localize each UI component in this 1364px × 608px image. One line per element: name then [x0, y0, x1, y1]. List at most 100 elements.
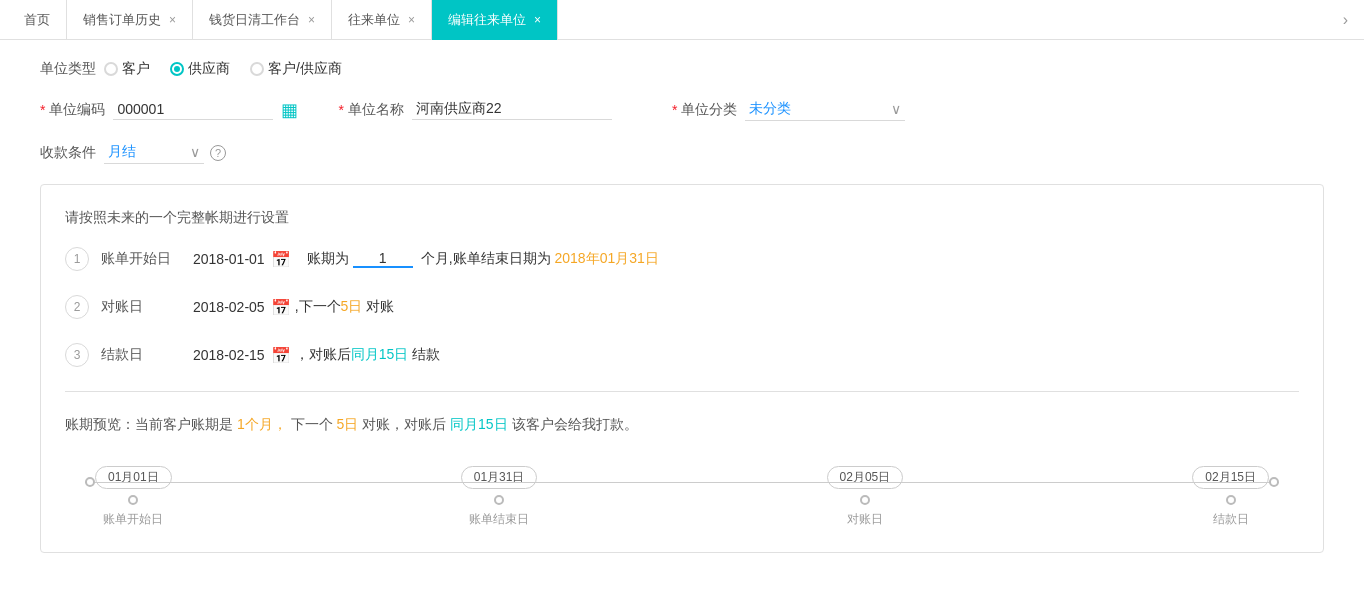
tl-label-1: 账单开始日 — [103, 511, 163, 528]
setting-desc-2a: ,下一个 — [295, 298, 341, 316]
preview-section: 账期预览：当前客户账期是 1个月， 下一个 5日 对账，对账后 同月15日 该客… — [65, 400, 1299, 536]
unit-type-radio-group: 客户 供应商 客户/供应商 — [104, 60, 342, 78]
settings-card: 请按照未来的一个完整帐期进行设置 1 账单开始日 2018-01-01 📅 账期… — [40, 184, 1324, 553]
tab-close-sales-history[interactable]: × — [169, 13, 176, 27]
setting-date-3: 2018-02-15 — [193, 347, 265, 363]
setting-label-2: 对账日 — [101, 298, 181, 316]
unit-category-value: 未分类 — [749, 100, 887, 118]
unit-name-star: * — [338, 102, 343, 118]
tab-close-partner[interactable]: × — [408, 13, 415, 27]
tab-bar: 首页 销售订单历史 × 钱货日清工作台 × 往来单位 × 编辑往来单位 × › — [0, 0, 1364, 40]
tl-dot-3 — [860, 495, 870, 505]
setting-desc-2b: 对账 — [366, 298, 394, 316]
tab-edit-partner[interactable]: 编辑往来单位 × — [432, 0, 558, 40]
timeline-node-3: 02月05日 对账日 — [827, 466, 904, 528]
payment-day-highlight: 同月15日 — [351, 346, 409, 364]
timeline-nodes: 01月01日 账单开始日 01月31日 账单结束日 02月05日 对账 — [85, 466, 1279, 528]
radio-customer-circle — [104, 62, 118, 76]
setting-date-1: 2018-01-01 — [193, 251, 265, 267]
cal-icon-3[interactable]: 📅 — [271, 346, 291, 365]
preview-prefix: 账期预览：当前客户账期是 — [65, 416, 233, 432]
setting-row-3: 3 结款日 2018-02-15 📅 ，对账后 同月15日 结款 — [65, 343, 1299, 367]
preview-highlight3: 同月15日 — [450, 416, 508, 432]
setting-num-1: 1 — [65, 247, 89, 271]
tl-dot-4 — [1226, 495, 1236, 505]
tab-close-edit-partner[interactable]: × — [534, 13, 541, 27]
unit-type-row: 单位类型 客户 供应商 客户/供应商 — [40, 60, 1324, 78]
preview-middle1: 下一个 — [291, 416, 333, 432]
tab-sales-history[interactable]: 销售订单历史 × — [67, 0, 193, 40]
payment-terms-row: 收款条件 月结 ∨ ? — [40, 141, 1324, 164]
preview-highlight2: 5日 — [336, 416, 358, 432]
unit-code-star: * — [40, 102, 45, 118]
timeline: 01月01日 账单开始日 01月31日 账单结束日 02月05日 对账 — [65, 458, 1299, 536]
unit-type-label: 单位类型 — [40, 60, 96, 78]
radio-both-label: 客户/供应商 — [268, 60, 342, 78]
unit-category-select[interactable]: 未分类 ∨ — [745, 98, 905, 121]
tab-cash-work[interactable]: 钱货日清工作台 × — [193, 0, 332, 40]
period-input[interactable] — [353, 250, 413, 268]
payment-terms-value: 月结 — [108, 143, 186, 161]
unit-code-icon[interactable]: ▦ — [281, 99, 298, 121]
tab-arrow[interactable]: › — [1335, 11, 1356, 29]
unit-code-input[interactable] — [113, 99, 273, 120]
cal-icon-1[interactable]: 📅 — [271, 250, 291, 269]
radio-supplier[interactable]: 供应商 — [170, 60, 230, 78]
setting-label-3: 结款日 — [101, 346, 181, 364]
radio-supplier-circle — [170, 62, 184, 76]
tl-date-2: 01月31日 — [461, 466, 538, 489]
radio-customer-label: 客户 — [122, 60, 150, 78]
setting-row-1: 1 账单开始日 2018-01-01 📅 账期为 个月,账单结束日期为 2018… — [65, 247, 1299, 271]
tab-partner-unit[interactable]: 往来单位 × — [332, 0, 432, 40]
reconcile-day-highlight: 5日 — [341, 298, 363, 316]
setting-desc-1b: 个月,账单结束日期为 — [421, 250, 551, 268]
radio-customer[interactable]: 客户 — [104, 60, 150, 78]
tl-label-4: 结款日 — [1213, 511, 1249, 528]
preview-highlight1: 1个月， — [237, 416, 287, 432]
tab-home[interactable]: 首页 — [8, 0, 67, 40]
unit-name-label: 单位名称 — [348, 101, 404, 119]
setting-label-1: 账单开始日 — [101, 250, 181, 268]
help-icon[interactable]: ? — [210, 145, 226, 161]
timeline-line — [85, 482, 1279, 483]
tl-dot-1 — [128, 495, 138, 505]
radio-both[interactable]: 客户/供应商 — [250, 60, 342, 78]
tl-label-2: 账单结束日 — [469, 511, 529, 528]
tl-dot-2 — [494, 495, 504, 505]
unit-info-row: * 单位编码 ▦ * 单位名称 * 单位分类 未分类 ∨ — [40, 98, 1324, 121]
setting-num-2: 2 — [65, 295, 89, 319]
timeline-start-dot — [85, 477, 95, 487]
unit-category-star: * — [672, 102, 677, 118]
tl-date-4: 02月15日 — [1192, 466, 1269, 489]
tl-date-1: 01月01日 — [95, 466, 172, 489]
preview-text: 账期预览：当前客户账期是 1个月， 下一个 5日 对账，对账后 同月15日 该客… — [65, 416, 1299, 434]
unit-category-arrow: ∨ — [891, 101, 901, 117]
unit-name-input[interactable] — [412, 99, 612, 120]
settings-title: 请按照未来的一个完整帐期进行设置 — [65, 209, 1299, 227]
setting-num-3: 3 — [65, 343, 89, 367]
timeline-node-1: 01月01日 账单开始日 — [95, 466, 172, 528]
setting-row-2: 2 对账日 2018-02-05 📅 ,下一个 5日 对账 — [65, 295, 1299, 319]
setting-desc-3b: 结款 — [412, 346, 440, 364]
period-end-date: 2018年01月31日 — [555, 250, 659, 268]
setting-desc-1a: 账期为 — [307, 250, 349, 268]
payment-terms-label: 收款条件 — [40, 144, 96, 162]
setting-date-2: 2018-02-05 — [193, 299, 265, 315]
radio-supplier-label: 供应商 — [188, 60, 230, 78]
tl-label-3: 对账日 — [847, 511, 883, 528]
preview-middle2: 对账，对账后 — [362, 416, 446, 432]
payment-terms-select[interactable]: 月结 ∨ — [104, 141, 204, 164]
radio-both-circle — [250, 62, 264, 76]
unit-code-label: 单位编码 — [49, 101, 105, 119]
setting-desc-3a: ，对账后 — [295, 346, 351, 364]
main-content: 单位类型 客户 供应商 客户/供应商 * 单位编码 ▦ * 单位名称 * — [0, 40, 1364, 608]
payment-terms-arrow: ∨ — [190, 144, 200, 160]
timeline-end-dot — [1269, 477, 1279, 487]
tab-close-cash-work[interactable]: × — [308, 13, 315, 27]
cal-icon-2[interactable]: 📅 — [271, 298, 291, 317]
unit-category-label: 单位分类 — [681, 101, 737, 119]
timeline-node-4: 02月15日 结款日 — [1192, 466, 1269, 528]
tl-date-3: 02月05日 — [827, 466, 904, 489]
preview-suffix: 该客户会给我打款。 — [512, 416, 638, 432]
timeline-node-2: 01月31日 账单结束日 — [461, 466, 538, 528]
